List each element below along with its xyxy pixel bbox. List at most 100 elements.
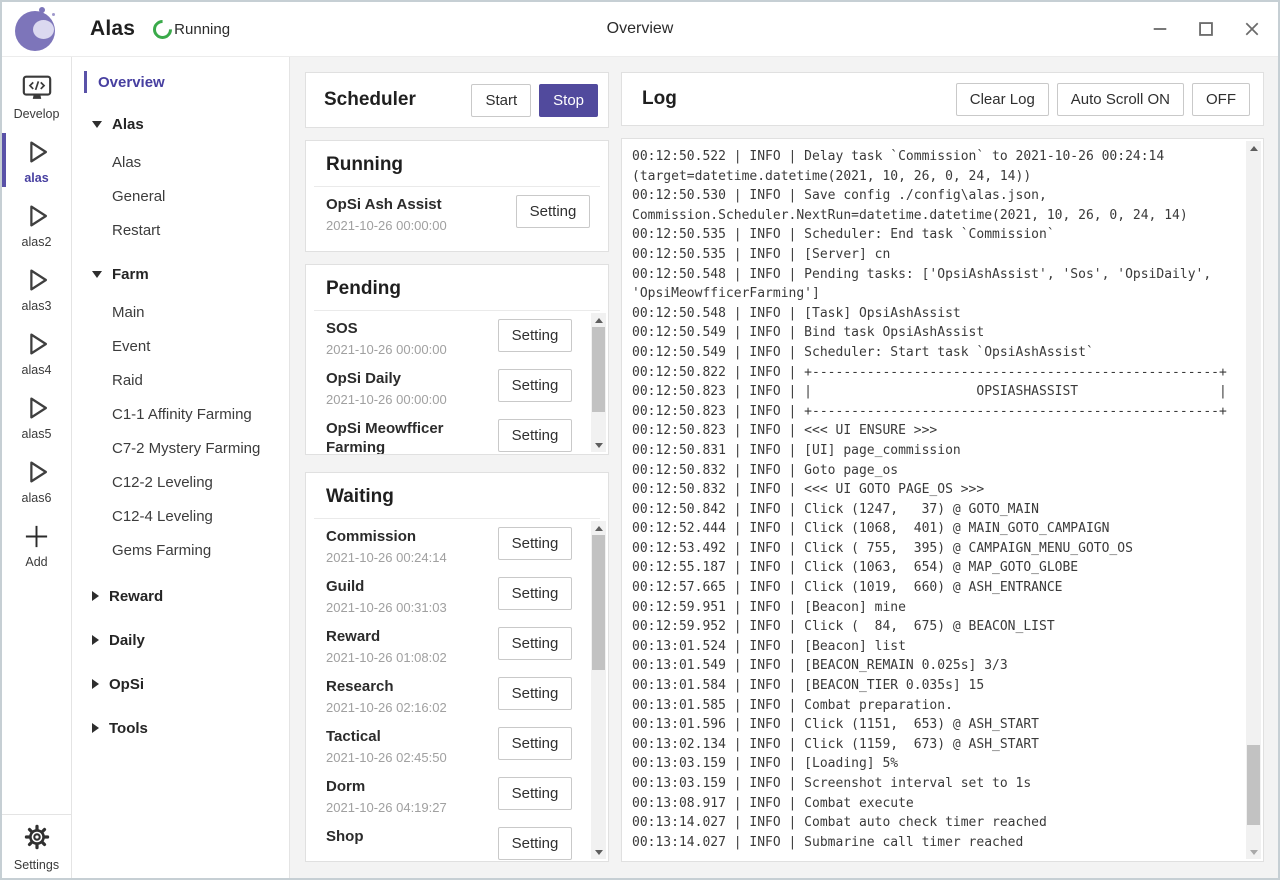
scroll-thumb[interactable] [592,535,605,670]
log-column: Log Clear Log Auto Scroll ON OFF 00:12:5… [621,72,1264,862]
setting-button[interactable]: Setting [498,527,572,560]
sidebar-item-settings[interactable]: Settings [2,814,71,878]
setting-button[interactable]: Setting [516,195,590,228]
log-line: Commission.Scheduler.NextRun=datetime.da… [632,206,1244,226]
menu-group-label: Farm [112,266,149,283]
waiting-scrollbar[interactable] [591,521,606,859]
log-line: 00:13:14.027 | INFO | Submarine call tim… [632,833,1244,853]
minimize-button[interactable] [1150,19,1170,39]
log-line: 00:13:14.027 | INFO | Combat auto check … [632,813,1244,833]
menu-item-c7-2-mystery-farming[interactable]: C7-2 Mystery Farming [72,431,289,465]
sidebar-item-alas[interactable]: alas [2,129,71,191]
menu-group-farm[interactable]: Farm [72,259,289,289]
caret-right-icon [92,635,99,645]
log-line: 00:12:50.832 | INFO | <<< UI GOTO PAGE_O… [632,480,1244,500]
menu-item-restart[interactable]: Restart [72,213,289,247]
scroll-thumb[interactable] [592,327,605,412]
sidebar-item-alas4[interactable]: alas4 [2,321,71,383]
menu-group-opsi[interactable]: OpSi [72,669,289,699]
pending-scrollbar[interactable] [591,313,606,452]
sidebar-item-alas5[interactable]: alas5 [2,385,71,447]
scroll-down-arrow-icon[interactable] [1246,845,1261,859]
menu-item-alas[interactable]: Alas [72,145,289,179]
log-line: 00:13:01.585 | INFO | Combat preparation… [632,696,1244,716]
log-line: 00:12:50.823 | INFO | <<< UI ENSURE >>> [632,421,1244,441]
scroll-up-arrow-icon[interactable] [1246,141,1261,155]
start-button[interactable]: Start [471,84,531,117]
sidebar-item-alas6[interactable]: alas6 [2,449,71,511]
log-line: 00:13:01.524 | INFO | [Beacon] list [632,637,1244,657]
log-line: 00:12:52.444 | INFO | Click (1068, 401) … [632,519,1244,539]
menu-item-c1-1-affinity-farming[interactable]: C1-1 Affinity Farming [72,397,289,431]
scroll-track[interactable] [1246,155,1261,845]
task-row: Research 2021-10-26 02:16:02 Setting [306,674,608,724]
task-name: Dorm [326,777,488,796]
clear-log-button[interactable]: Clear Log [956,83,1049,116]
menu-group-label: OpSi [109,676,144,693]
task-next-run-time: 2021-10-26 00:31:03 [326,600,498,615]
menu-group-alas[interactable]: Alas [72,109,289,139]
add-instance-button[interactable]: Add [2,513,71,575]
task-name: OpSi Meowfficer Farming [326,419,488,454]
menu-item-general[interactable]: General [72,179,289,213]
running-task-list: OpSi Ash Assist 2021-10-26 00:00:00 Sett… [306,187,608,251]
menu-group-tools[interactable]: Tools [72,713,289,743]
sidebar-item-alas2[interactable]: alas2 [2,193,71,255]
log-line: 00:13:03.159 | INFO | Screenshot interva… [632,774,1244,794]
menu-item-raid[interactable]: Raid [72,363,289,397]
log-line: 00:12:50.842 | INFO | Click (1247, 37) @… [632,500,1244,520]
scroll-up-arrow-icon[interactable] [591,521,606,535]
setting-button[interactable]: Setting [498,777,572,810]
scroll-track[interactable] [591,327,606,438]
play-icon [22,328,52,360]
menu-item-main[interactable]: Main [72,295,289,329]
auto-scroll-off-button[interactable]: OFF [1192,83,1250,116]
maximize-button[interactable] [1196,19,1216,39]
menu-group-daily[interactable]: Daily [72,625,289,655]
task-next-run-time: 2021-10-26 04:19:27 [326,800,498,815]
scheduler-title: Scheduler [324,89,416,111]
menu-item-overview[interactable]: Overview [72,67,289,97]
auto-scroll-on-button[interactable]: Auto Scroll ON [1057,83,1184,116]
play-icon [22,456,52,488]
setting-button[interactable]: Setting [498,577,572,610]
scroll-down-arrow-icon[interactable] [591,845,606,859]
log-title: Log [642,88,677,110]
sidebar-item-label: Add [25,555,47,569]
menu-item-c12-4-leveling[interactable]: C12-4 Leveling [72,499,289,533]
sidebar-item-develop[interactable]: Develop [2,65,71,127]
task-row: OpSi Ash Assist 2021-10-26 00:00:00 Sett… [306,192,608,242]
log-line: 00:12:50.548 | INFO | Pending tasks: ['O… [632,265,1244,285]
scroll-track[interactable] [591,535,606,845]
log-scrollbar[interactable] [1246,141,1261,859]
caret-down-icon [92,271,102,278]
scheduler-panel: Scheduler Start Stop [305,72,609,128]
setting-button[interactable]: Setting [498,369,572,402]
waiting-task-list: Commission 2021-10-26 00:24:14 Setting G… [306,519,608,861]
app-logo-icon [12,4,60,54]
setting-button[interactable]: Setting [498,319,572,352]
log-line: 00:12:50.535 | INFO | [Server] cn [632,245,1244,265]
menu-group-label: Tools [109,720,148,737]
menu-item-gems-farming[interactable]: Gems Farming [72,533,289,567]
sidebar-item-label: Develop [14,107,60,121]
setting-button[interactable]: Setting [498,627,572,660]
menu-item-event[interactable]: Event [72,329,289,363]
sidebar-item-alas3[interactable]: alas3 [2,257,71,319]
stop-button[interactable]: Stop [539,84,598,117]
menu-group-reward[interactable]: Reward [72,581,289,611]
log-line: 00:12:50.530 | INFO | Save config ./conf… [632,186,1244,206]
menu-item-c12-2-leveling[interactable]: C12-2 Leveling [72,465,289,499]
close-button[interactable] [1242,19,1262,39]
log-line: 00:12:50.549 | INFO | Bind task OpsiAshA… [632,323,1244,343]
setting-button[interactable]: Setting [498,827,572,860]
setting-button[interactable]: Setting [498,727,572,760]
menu-group-label: Daily [109,632,145,649]
setting-button[interactable]: Setting [498,419,572,452]
scroll-thumb[interactable] [1247,745,1260,825]
scroll-up-arrow-icon[interactable] [591,313,606,327]
scroll-down-arrow-icon[interactable] [591,438,606,452]
task-menu: Overview Alas Alas General Restart Farm … [72,57,290,878]
log-line: 00:13:01.549 | INFO | [BEACON_REMAIN 0.0… [632,656,1244,676]
setting-button[interactable]: Setting [498,677,572,710]
